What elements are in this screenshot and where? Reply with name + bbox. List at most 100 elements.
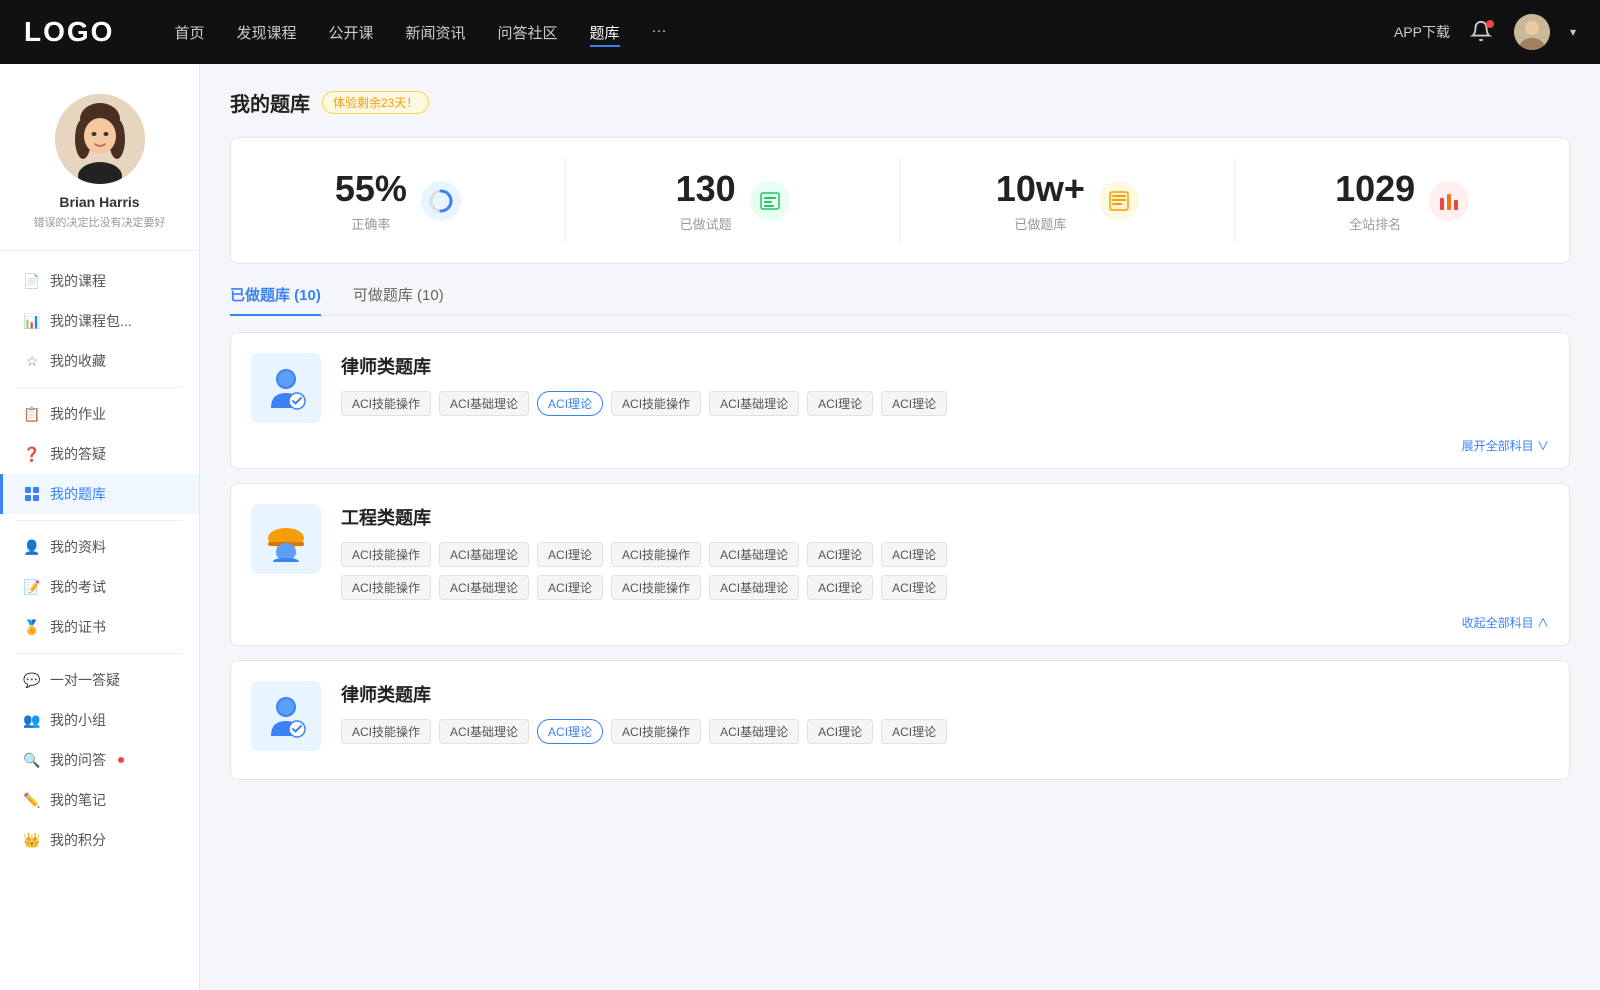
tag-3-2-active[interactable]: ACI理论 (537, 719, 603, 744)
stat-rank: 1029 全站排名 (1235, 158, 1569, 243)
menu-label-exam: 我的考试 (50, 577, 106, 597)
layout: Brian Harris 错误的决定比没有决定要好 📄 我的课程 📊 我的课程包… (0, 64, 1600, 990)
logo[interactable]: LOGO (24, 16, 114, 48)
tag-3-4[interactable]: ACI基础理论 (709, 719, 799, 744)
tag-3-5[interactable]: ACI理论 (807, 719, 873, 744)
navbar-right: APP下载 ▾ (1394, 14, 1576, 50)
stat-value-accuracy: 55% (335, 168, 407, 210)
app-download[interactable]: APP下载 (1394, 22, 1450, 42)
sidebar: Brian Harris 错误的决定比没有决定要好 📄 我的课程 📊 我的课程包… (0, 64, 200, 990)
nav-qbank[interactable]: 题库 (590, 18, 620, 47)
tag-1-2-active[interactable]: ACI理论 (537, 391, 603, 416)
stat-done-questions: 130 已做试题 (566, 158, 901, 243)
tag-1-3[interactable]: ACI技能操作 (611, 391, 701, 416)
page-header: 我的题库 体验剩余23天！ (230, 88, 1570, 117)
sidebar-item-course-pack[interactable]: 📊 我的课程包... (0, 301, 199, 341)
sidebar-item-favorites[interactable]: ☆ 我的收藏 (0, 341, 199, 381)
engineer-icon-wrap (251, 504, 321, 574)
menu-label-notes: 我的笔记 (50, 790, 106, 810)
tag-2r2-6[interactable]: ACI理论 (881, 575, 947, 600)
tag-2r2-1[interactable]: ACI基础理论 (439, 575, 529, 600)
bar-icon: 📊 (24, 313, 40, 329)
tag-3-6[interactable]: ACI理论 (881, 719, 947, 744)
tag-2-3[interactable]: ACI技能操作 (611, 542, 701, 567)
navbar: LOGO 首页 发现课程 公开课 新闻资讯 问答社区 题库 ··· APP下载 (0, 0, 1600, 64)
notification-bell[interactable] (1470, 20, 1494, 44)
star-icon: ☆ (24, 353, 40, 369)
stat-label-banks: 已做题库 (996, 214, 1085, 233)
sidebar-divider-3 (16, 653, 183, 654)
tag-2-5[interactable]: ACI理论 (807, 542, 873, 567)
sidebar-item-myqa[interactable]: 🔍 我的问答 (0, 740, 199, 780)
nav-qa[interactable]: 问答社区 (498, 18, 558, 47)
tag-2-1[interactable]: ACI基础理论 (439, 542, 529, 567)
sidebar-item-homework[interactable]: 📋 我的作业 (0, 394, 199, 434)
tag-1-6[interactable]: ACI理论 (881, 391, 947, 416)
stat-label-accuracy: 正确率 (335, 214, 407, 233)
sidebar-item-courses[interactable]: 📄 我的课程 (0, 261, 199, 301)
sidebar-item-1on1[interactable]: 💬 一对一答疑 (0, 660, 199, 700)
sidebar-profile: Brian Harris 错误的决定比没有决定要好 (0, 84, 199, 251)
tag-1-5[interactable]: ACI理论 (807, 391, 873, 416)
notification-dot (1486, 20, 1494, 28)
tag-3-3[interactable]: ACI技能操作 (611, 719, 701, 744)
tag-1-0[interactable]: ACI技能操作 (341, 391, 431, 416)
tag-1-1[interactable]: ACI基础理论 (439, 391, 529, 416)
tag-2-6[interactable]: ACI理论 (881, 542, 947, 567)
lawyer-icon-wrap-2 (251, 681, 321, 751)
sidebar-item-exam[interactable]: 📝 我的考试 (0, 567, 199, 607)
stats-row: 55% 正确率 130 已做试题 (230, 137, 1570, 264)
stat-done-banks: 10w+ 已做题库 (901, 158, 1236, 243)
nav-more[interactable]: ··· (652, 18, 667, 47)
menu-label-course-pack: 我的课程包... (50, 311, 132, 331)
nav-open-course[interactable]: 公开课 (328, 18, 373, 47)
q-icon: 🔍 (24, 752, 40, 768)
sidebar-item-profile[interactable]: 👤 我的资料 (0, 527, 199, 567)
doc2-icon: 📝 (24, 579, 40, 595)
tab-done[interactable]: 已做题库 (10) (230, 284, 321, 315)
qbank-card-header-2: 工程类题库 ACI技能操作 ACI基础理论 ACI理论 ACI技能操作 ACI基… (251, 504, 1549, 600)
tag-2r2-4[interactable]: ACI基础理论 (709, 575, 799, 600)
sidebar-username: Brian Harris (16, 194, 183, 210)
menu-label-points: 我的积分 (50, 830, 106, 850)
sidebar-item-group[interactable]: 👥 我的小组 (0, 700, 199, 740)
people-icon: 👤 (24, 539, 40, 555)
nav-discover[interactable]: 发现课程 (236, 18, 296, 47)
tag-2r2-0[interactable]: ACI技能操作 (341, 575, 431, 600)
tag-2-0[interactable]: ACI技能操作 (341, 542, 431, 567)
lawyer-icon-wrap (251, 353, 321, 423)
tag-3-0[interactable]: ACI技能操作 (341, 719, 431, 744)
crown-icon: 👑 (24, 832, 40, 848)
sidebar-item-qbank[interactable]: 我的题库 (0, 474, 199, 514)
tags-row-2-r1: ACI技能操作 ACI基础理论 ACI理论 ACI技能操作 ACI基础理论 AC… (341, 542, 1549, 567)
collapse-link-2[interactable]: 收起全部科目 ∧ (251, 614, 1549, 631)
tag-3-1[interactable]: ACI基础理论 (439, 719, 529, 744)
expand-link-1[interactable]: 展开全部科目 ∨ (251, 437, 1549, 454)
sidebar-item-notes[interactable]: ✏️ 我的笔记 (0, 780, 199, 820)
list-icon (750, 181, 790, 221)
tab-todo[interactable]: 可做题库 (10) (353, 284, 444, 315)
sidebar-item-points[interactable]: 👑 我的积分 (0, 820, 199, 860)
qbank-card-header-1: 律师类题库 ACI技能操作 ACI基础理论 ACI理论 ACI技能操作 ACI基… (251, 353, 1549, 423)
menu-label-homework: 我的作业 (50, 404, 106, 424)
lawyer-icon-2 (261, 691, 311, 741)
avatar-image (1514, 14, 1550, 50)
sidebar-item-cert[interactable]: 🏅 我的证书 (0, 607, 199, 647)
tag-1-4[interactable]: ACI基础理论 (709, 391, 799, 416)
avatar-image-large (55, 94, 145, 184)
nav-news[interactable]: 新闻资讯 (406, 18, 466, 47)
stat-label-rank: 全站排名 (1335, 214, 1415, 233)
tag-2-2[interactable]: ACI理论 (537, 542, 603, 567)
book-icon (1099, 181, 1139, 221)
tag-2r2-2[interactable]: ACI理论 (537, 575, 603, 600)
menu-label-group: 我的小组 (50, 710, 106, 730)
chevron-down-icon[interactable]: ▾ (1570, 25, 1576, 39)
nav-home[interactable]: 首页 (174, 18, 204, 47)
tag-2r2-3[interactable]: ACI技能操作 (611, 575, 701, 600)
avatar[interactable] (1514, 14, 1550, 50)
tag-2r2-5[interactable]: ACI理论 (807, 575, 873, 600)
menu-label-1on1: 一对一答疑 (50, 670, 120, 690)
sidebar-item-answers[interactable]: ❓ 我的答疑 (0, 434, 199, 474)
tag-2-4[interactable]: ACI基础理论 (709, 542, 799, 567)
lawyer-icon (261, 363, 311, 413)
